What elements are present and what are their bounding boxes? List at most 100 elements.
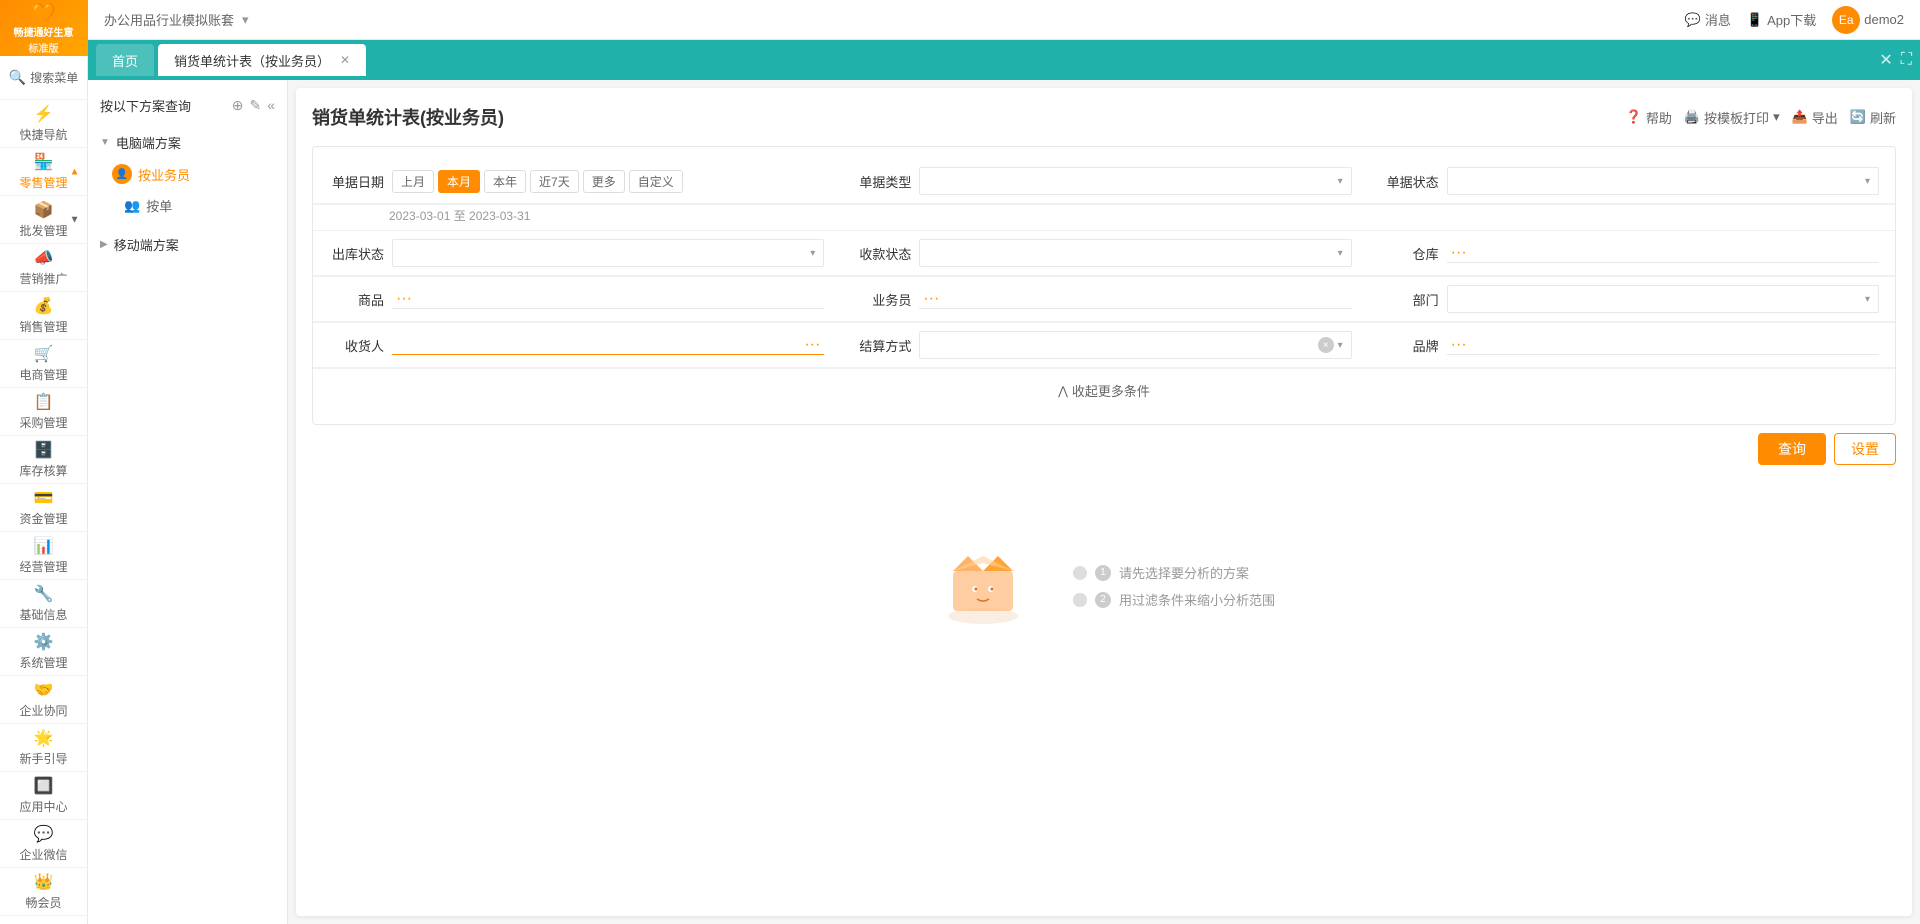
sidebar-item-retail[interactable]: 🏪 零售管理 ▲ xyxy=(0,148,88,196)
basic-label: 基础信息 xyxy=(19,606,67,623)
empty-hint-1: 1 请先选择要分析的方案 xyxy=(1073,559,1275,586)
export-button[interactable]: 📤 导出 xyxy=(1792,108,1838,127)
tab-home[interactable]: 首页 xyxy=(96,44,154,76)
ecommerce-icon: 🛒 xyxy=(34,344,54,364)
dept-caret-icon: ▾ xyxy=(1865,294,1870,305)
help-button[interactable]: ❓ 帮助 xyxy=(1626,108,1672,127)
doc-type-caret-icon: ▾ xyxy=(1338,176,1343,187)
panel-section-desktop-header[interactable]: ▼ 电脑端方案 xyxy=(88,127,287,158)
panel-collapse-icon[interactable]: « xyxy=(267,97,275,114)
tab-expand-icon[interactable]: ⛶ xyxy=(1901,51,1912,69)
sidebar-item-enterprise[interactable]: 🤝 企业协同 xyxy=(0,676,88,724)
logo-icon: 🧡 xyxy=(31,1,56,26)
sidebar-item-operations[interactable]: 📊 经营管理 xyxy=(0,532,88,580)
goods-content: ··· xyxy=(392,290,824,309)
empty-illustration xyxy=(933,541,1033,631)
panel-item-by-order[interactable]: 👥 按单 xyxy=(88,190,287,221)
main-area: 办公用品行业模拟账套 ▾ 💬 消息 📱 App下载 Ea demo2 首页 xyxy=(88,0,1920,924)
sidebar-item-system[interactable]: ⚙️ 系统管理 xyxy=(0,628,88,676)
panel-section-mobile: ▶ 移动端方案 xyxy=(88,225,287,264)
message-button[interactable]: 💬 消息 xyxy=(1685,10,1731,29)
empty-hint-2: 2 用过滤条件来缩小分析范围 xyxy=(1073,586,1275,613)
home-tab-label: 首页 xyxy=(112,51,138,70)
doc-type-label: 单据类型 xyxy=(856,172,911,191)
sales-icon: 💰 xyxy=(34,296,54,316)
wechat-label: 企业微信 xyxy=(19,846,67,863)
warehouse-dots[interactable]: ··· xyxy=(1451,244,1467,262)
sidebar-item-guide[interactable]: 🌟 新手引导 xyxy=(0,724,88,772)
date-group: 上月 本月 本年 近7天 更多 自定义 xyxy=(392,170,683,193)
sidebar-item-ecommerce[interactable]: 🛒 电商管理 xyxy=(0,340,88,388)
receipt-status-select[interactable]: ▾ xyxy=(919,239,1351,267)
print-dropdown-icon: ▾ xyxy=(1773,109,1780,125)
date-btn-this-year[interactable]: 本年 xyxy=(484,170,526,193)
filter-receipt-status-cell: 收款状态 ▾ xyxy=(840,231,1367,276)
sidebar-item-purchase[interactable]: 📋 采购管理 xyxy=(0,388,88,436)
sidebar-item-inventory[interactable]: 🗄️ 库存核算 xyxy=(0,436,88,484)
panel-title: 按以下方案查询 xyxy=(100,96,191,115)
help-label: 帮助 xyxy=(1646,108,1672,127)
wholesale-icon: 📦 xyxy=(34,200,54,220)
page-title-bar: 销货单统计表(按业务员) ❓ 帮助 🖨️ 按模板打印 ▾ 📤 导出 xyxy=(312,104,1896,130)
doc-status-select[interactable]: ▾ xyxy=(1447,167,1879,195)
salesperson-label: 业务员 xyxy=(856,290,911,309)
panel-add-icon[interactable]: ⊕ xyxy=(232,97,244,114)
sidebar-search[interactable]: 🔍 搜索菜单 xyxy=(0,56,88,100)
brand-dots[interactable]: ··· xyxy=(1451,336,1467,354)
sidebar-item-finance[interactable]: 💳 资金管理 xyxy=(0,484,88,532)
tab-sales-stat[interactable]: 销货单统计表（按业务员） ✕ xyxy=(158,44,366,76)
search-label: 搜索菜单 xyxy=(30,69,78,86)
sales-stat-tab-label: 销货单统计表（按业务员） xyxy=(174,51,330,70)
sidebar-item-member[interactable]: 👑 畅会员 xyxy=(0,868,88,916)
filter-salesperson-cell: 业务员 ··· xyxy=(840,277,1367,322)
sidebar-item-apps[interactable]: 🔲 应用中心 xyxy=(0,772,88,820)
tabbar: 首页 销货单统计表（按业务员） ✕ ✕ ⛶ xyxy=(88,40,1920,80)
sidebar-item-basic[interactable]: 🔧 基础信息 xyxy=(0,580,88,628)
date-range-display: 2023-03-01 至 2023-03-31 xyxy=(389,209,530,223)
refresh-button[interactable]: 🔄 刷新 xyxy=(1850,108,1896,127)
date-btn-this-month[interactable]: 本月 xyxy=(438,170,480,193)
doc-type-select[interactable]: ▾ xyxy=(919,167,1351,195)
date-btn-7days[interactable]: 近7天 xyxy=(530,170,579,193)
out-status-select[interactable]: ▾ xyxy=(392,239,824,267)
salesperson-scheme-label: 按业务员 xyxy=(138,165,190,184)
payment-select[interactable]: × ▾ xyxy=(919,331,1351,359)
sidebar-item-wholesale[interactable]: 📦 批发管理 ▼ xyxy=(0,196,88,244)
panel-section-desktop: ▼ 电脑端方案 👤 按业务员 👥 按单 xyxy=(88,123,287,225)
date-btn-custom[interactable]: 自定义 xyxy=(629,170,683,193)
refresh-label: 刷新 xyxy=(1870,108,1896,127)
sidebar-item-quick-nav[interactable]: ⚡ 快捷导航 xyxy=(0,100,88,148)
panel-edit-icon[interactable]: ✎ xyxy=(249,97,261,114)
out-status-caret-icon: ▾ xyxy=(810,248,815,259)
sidebar-item-sales[interactable]: 💰 销售管理 xyxy=(0,292,88,340)
app-download-button[interactable]: 📱 App下载 xyxy=(1747,10,1816,29)
finance-icon: 💳 xyxy=(34,488,54,508)
date-content: 上月 本月 本年 近7天 更多 自定义 xyxy=(392,170,824,193)
sidebar-item-marketing[interactable]: 📣 营销推广 xyxy=(0,244,88,292)
consignee-dots[interactable]: ··· xyxy=(804,336,820,354)
panel-item-by-salesperson[interactable]: 👤 按业务员 xyxy=(88,158,287,190)
panel-section-mobile-header[interactable]: ▶ 移动端方案 xyxy=(88,229,287,260)
payment-clear-button[interactable]: × xyxy=(1318,337,1334,353)
date-btn-last-month[interactable]: 上月 xyxy=(392,170,434,193)
dept-select[interactable]: ▾ xyxy=(1447,285,1879,313)
query-button[interactable]: 查询 xyxy=(1758,433,1826,465)
doc-status-content: ▾ xyxy=(1447,167,1879,195)
wechat-icon: 💬 xyxy=(34,824,54,844)
consignee-input[interactable] xyxy=(396,337,804,352)
doc-status-label: 单据状态 xyxy=(1384,172,1439,191)
settings-button[interactable]: 设置 xyxy=(1834,433,1896,465)
salesperson-dots[interactable]: ··· xyxy=(923,290,939,308)
print-button[interactable]: 🖨️ 按模板打印 ▾ xyxy=(1684,108,1780,127)
dept-label: 部门 xyxy=(1384,290,1439,309)
sidebar-item-wechat[interactable]: 💬 企业微信 xyxy=(0,820,88,868)
tab-close-icon[interactable]: ✕ xyxy=(340,53,350,67)
collapse-button[interactable]: ⋀ 收起更多条件 xyxy=(1058,377,1150,404)
breadcrumb-dropdown-icon[interactable]: ▾ xyxy=(242,12,249,28)
user-profile[interactable]: Ea demo2 xyxy=(1832,6,1904,34)
goods-dots[interactable]: ··· xyxy=(396,290,412,308)
tabbar-controls: ✕ ⛶ xyxy=(1879,50,1912,70)
filter-consignee-cell: 收货人 ··· xyxy=(313,323,840,368)
tab-close-all-icon[interactable]: ✕ xyxy=(1879,50,1892,70)
date-btn-more[interactable]: 更多 xyxy=(583,170,625,193)
